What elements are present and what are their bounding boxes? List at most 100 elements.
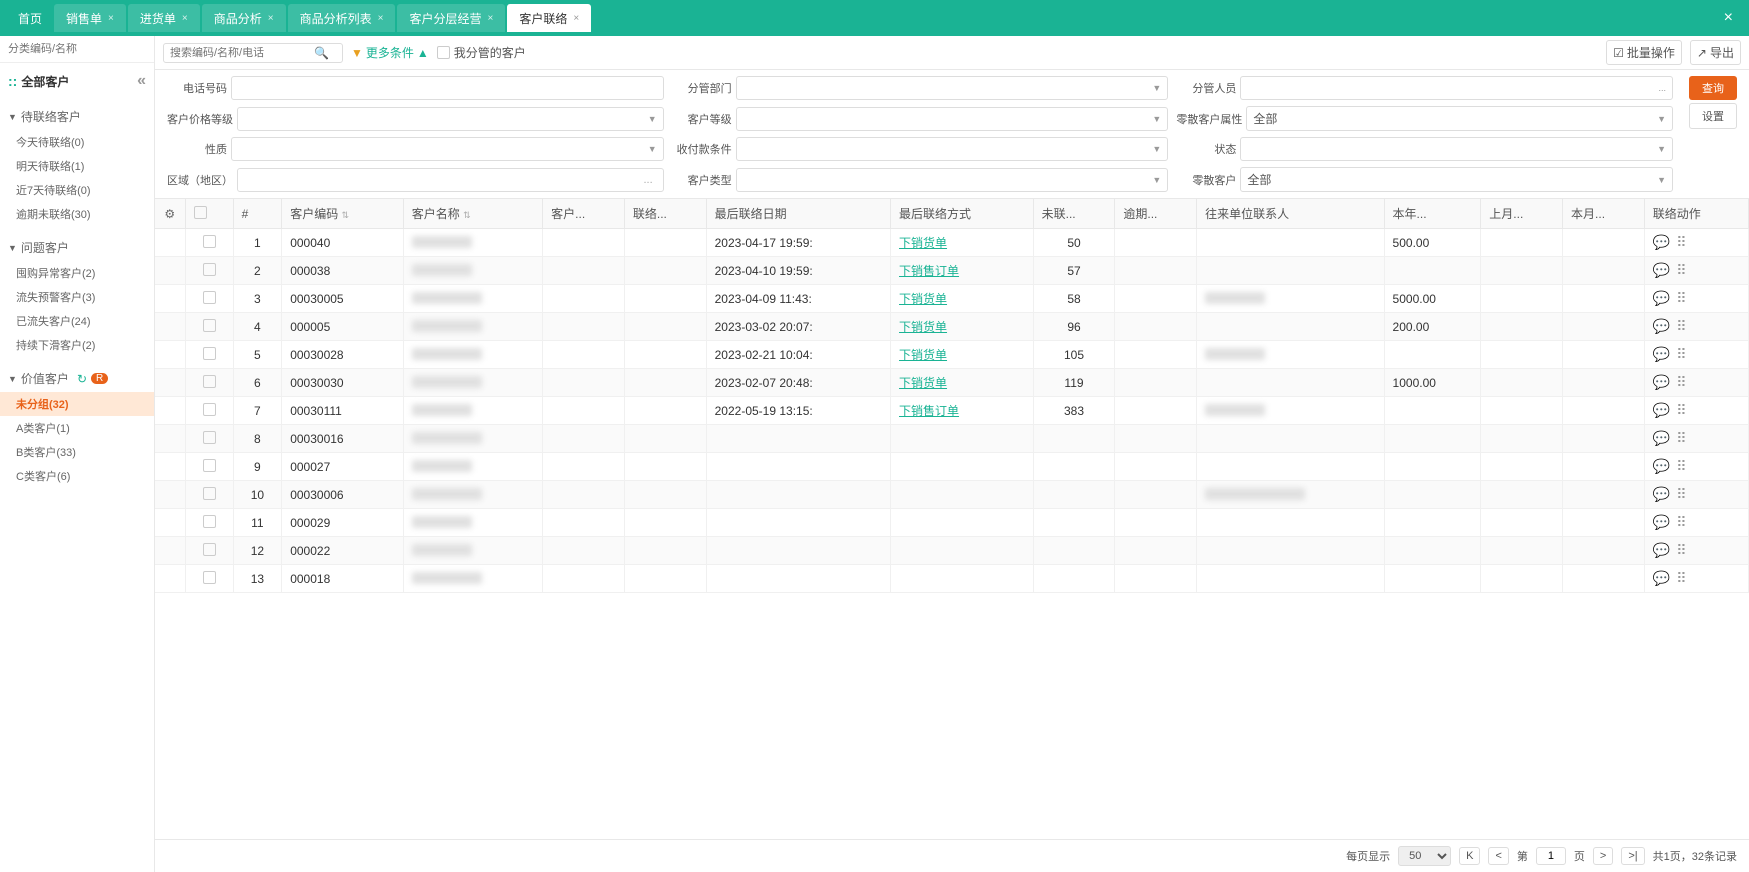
row-checkbox[interactable]	[203, 263, 216, 276]
row-checkbox-cell[interactable]	[185, 341, 233, 369]
gear-icon[interactable]: ⚙	[164, 207, 175, 221]
chat-icon[interactable]: 💬	[1653, 262, 1670, 279]
row-checkbox-cell[interactable]	[185, 229, 233, 257]
more-action-icon[interactable]: ⠿	[1676, 402, 1686, 419]
page-number-input[interactable]	[1536, 847, 1566, 865]
row-checkbox-cell[interactable]	[185, 453, 233, 481]
row-checkbox-cell[interactable]	[185, 425, 233, 453]
row-last-contact-method-cell[interactable]	[891, 453, 1034, 481]
next-page-button[interactable]: >	[1593, 847, 1613, 865]
col-last-contact-date[interactable]: 最后联络日期	[706, 199, 890, 229]
sidebar-item-churned[interactable]: 已流失客户(24)	[0, 309, 154, 333]
chat-icon[interactable]: 💬	[1653, 542, 1670, 559]
col-last-contact-method[interactable]: 最后联络方式	[891, 199, 1034, 229]
col-code[interactable]: 客户编码 ⇅	[282, 199, 404, 229]
search-input[interactable]	[170, 47, 310, 59]
row-last-contact-method-cell[interactable]: 下销货单	[891, 313, 1034, 341]
chat-icon[interactable]: 💬	[1653, 514, 1670, 531]
row-checkbox[interactable]	[203, 347, 216, 360]
chat-icon[interactable]: 💬	[1653, 486, 1670, 503]
sidebar-search-input[interactable]	[8, 43, 150, 55]
problem-customers-header[interactable]: ▼ 问题客户	[0, 234, 154, 261]
close-sales-order-icon[interactable]: ×	[108, 13, 114, 24]
row-last-contact-method-cell[interactable]	[891, 425, 1034, 453]
sidebar-item-declining[interactable]: 持续下滑客户(2)	[0, 333, 154, 357]
more-action-icon[interactable]: ⠿	[1676, 290, 1686, 307]
more-action-icon[interactable]: ⠿	[1676, 486, 1686, 503]
row-checkbox[interactable]	[203, 235, 216, 248]
row-last-contact-method-cell[interactable]	[891, 565, 1034, 593]
row-checkbox-cell[interactable]	[185, 313, 233, 341]
contact-method-link[interactable]: 下销售订单	[899, 264, 959, 278]
filter-person-select[interactable]: ...	[1240, 76, 1673, 100]
sidebar-item-class-a[interactable]: A类客户(1)	[0, 416, 154, 440]
filter-customer-level-select[interactable]: ▼	[736, 107, 1169, 131]
row-checkbox[interactable]	[203, 543, 216, 556]
refresh-icon[interactable]: ↻	[77, 372, 87, 386]
filter-payment-select[interactable]: ▼	[736, 137, 1169, 161]
tab-product-analysis-list[interactable]: 商品分析列表 ×	[288, 4, 396, 32]
app-close-icon[interactable]: ×	[1716, 9, 1741, 27]
col-days-no-contact[interactable]: 未联...	[1033, 199, 1115, 229]
row-checkbox[interactable]	[203, 291, 216, 304]
row-checkbox-cell[interactable]	[185, 509, 233, 537]
close-purchase-order-icon[interactable]: ×	[182, 13, 188, 24]
close-customer-contact-icon[interactable]: ×	[573, 13, 579, 24]
col-this-month[interactable]: 本月...	[1563, 199, 1645, 229]
more-action-icon[interactable]: ⠿	[1676, 542, 1686, 559]
row-checkbox[interactable]	[203, 487, 216, 500]
row-checkbox-cell[interactable]	[185, 369, 233, 397]
sort-code-icon[interactable]: ⇅	[342, 210, 350, 220]
contact-method-link[interactable]: 下销货单	[899, 320, 947, 334]
chat-icon[interactable]: 💬	[1653, 374, 1670, 391]
filter-region-dots[interactable]: ...	[640, 174, 657, 186]
per-page-select[interactable]: 50 100 200	[1398, 846, 1451, 866]
filter-customer-type-select[interactable]: ▼	[736, 168, 1169, 192]
row-last-contact-method-cell[interactable]	[891, 481, 1034, 509]
sidebar-item-tomorrow-pending[interactable]: 明天待联络(1)	[0, 154, 154, 178]
col-last-month[interactable]: 上月...	[1481, 199, 1563, 229]
chat-icon[interactable]: 💬	[1653, 234, 1670, 251]
more-action-icon[interactable]: ⠿	[1676, 262, 1686, 279]
sidebar-item-hoarding-abnormal[interactable]: 囤购异常客户(2)	[0, 261, 154, 285]
search-box-icon[interactable]: 🔍	[314, 46, 329, 60]
tab-purchase-order[interactable]: 进货单 ×	[128, 4, 200, 32]
filter-nature-select[interactable]: ▼	[231, 137, 664, 161]
export-button[interactable]: ↗ 导出	[1690, 40, 1741, 65]
row-checkbox-cell[interactable]	[185, 397, 233, 425]
chat-icon[interactable]: 💬	[1653, 458, 1670, 475]
all-customers-header[interactable]: :: 全部客户 «	[0, 67, 154, 95]
row-checkbox[interactable]	[203, 431, 216, 444]
sidebar-item-today-pending[interactable]: 今天待联络(0)	[0, 130, 154, 154]
row-last-contact-method-cell[interactable]: 下销售订单	[891, 397, 1034, 425]
row-checkbox[interactable]	[203, 515, 216, 528]
sidebar-item-7days-pending[interactable]: 近7天待联络(0)	[0, 178, 154, 202]
filter-region-select[interactable]: ...	[237, 168, 664, 192]
col-overdue[interactable]: 逾期...	[1115, 199, 1197, 229]
more-action-icon[interactable]: ⠿	[1676, 514, 1686, 531]
query-button[interactable]: 查询	[1689, 76, 1737, 100]
filter-department-select[interactable]: ▼	[736, 76, 1169, 100]
more-action-icon[interactable]: ⠿	[1676, 374, 1686, 391]
filter-price-level-select[interactable]: ▼	[237, 107, 664, 131]
col-company-contact[interactable]: 往来单位联系人	[1197, 199, 1384, 229]
chat-icon[interactable]: 💬	[1653, 402, 1670, 419]
contact-method-link[interactable]: 下销货单	[899, 348, 947, 362]
col-checkbox[interactable]	[185, 199, 233, 229]
row-last-contact-method-cell[interactable]	[891, 537, 1034, 565]
row-checkbox[interactable]	[203, 459, 216, 472]
close-product-analysis-list-icon[interactable]: ×	[378, 13, 384, 24]
col-gear[interactable]: ⚙	[155, 199, 185, 229]
more-action-icon[interactable]: ⠿	[1676, 570, 1686, 587]
prev-page-button[interactable]: <	[1488, 847, 1508, 865]
sidebar-item-churn-warning[interactable]: 流失预警客户(3)	[0, 285, 154, 309]
batch-operation-button[interactable]: ☑ 批量操作	[1606, 40, 1682, 65]
tab-sales-order[interactable]: 销售单 ×	[54, 4, 126, 32]
row-last-contact-method-cell[interactable]: 下销货单	[891, 369, 1034, 397]
more-action-icon[interactable]: ⠿	[1676, 318, 1686, 335]
row-checkbox[interactable]	[203, 375, 216, 388]
select-all-checkbox[interactable]	[194, 206, 207, 219]
row-last-contact-method-cell[interactable]	[891, 509, 1034, 537]
row-checkbox-cell[interactable]	[185, 285, 233, 313]
chat-icon[interactable]: 💬	[1653, 318, 1670, 335]
